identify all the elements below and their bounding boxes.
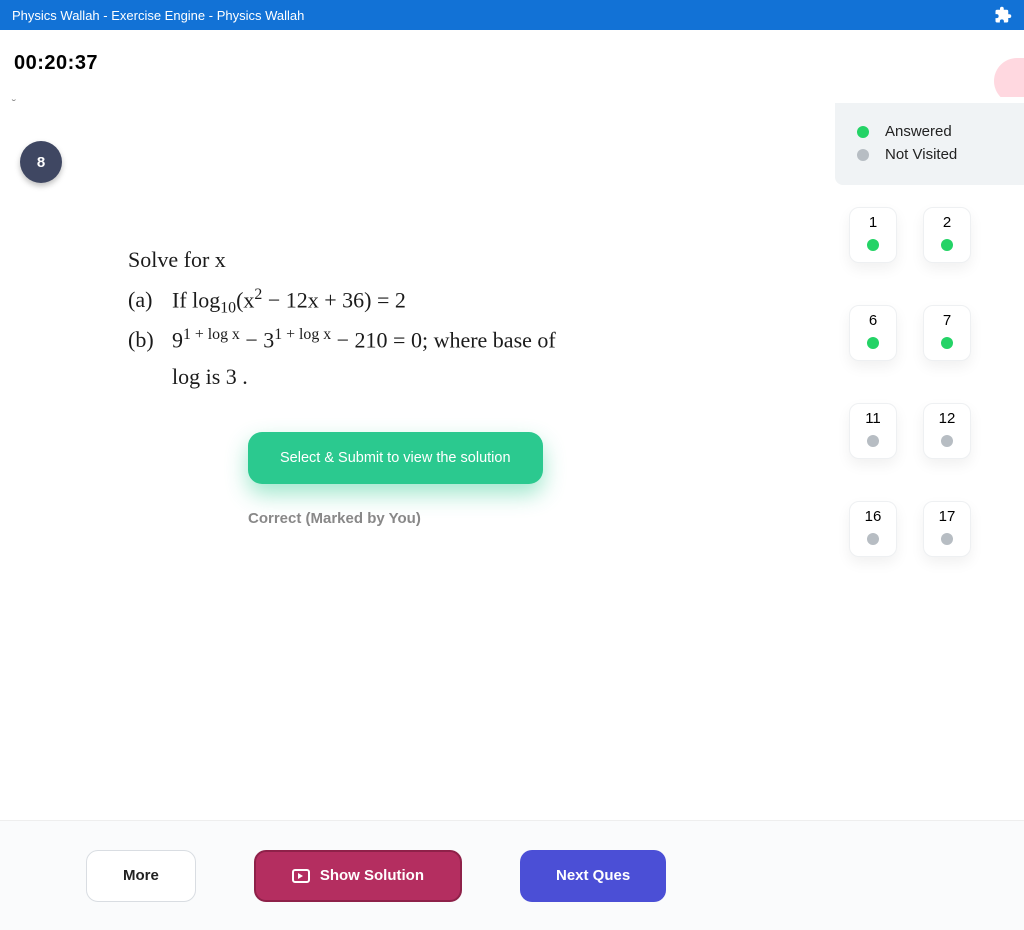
option-a-body: If log10(x2 − 12x + 36) = 2 <box>172 283 815 321</box>
show-solution-label: Show Solution <box>320 867 424 884</box>
footer-bar: More Show Solution Next Ques <box>0 820 1024 930</box>
dot-icon <box>857 126 869 138</box>
timer-row: 00:20:37 <box>0 30 1024 97</box>
question-cell-7[interactable]: 7 <box>923 305 971 361</box>
question-cell-number: 17 <box>939 508 956 525</box>
question-cell-17[interactable]: 17 <box>923 501 971 557</box>
more-button[interactable]: More <box>86 850 196 902</box>
window-titlebar: Physics Wallah - Exercise Engine - Physi… <box>0 0 1024 30</box>
answered-dot-icon <box>867 239 879 251</box>
answered-dot-icon <box>941 337 953 349</box>
play-in-box-icon <box>292 869 310 883</box>
legend-answered: Answered <box>857 123 1014 140</box>
question-cell-number: 7 <box>943 312 951 329</box>
question-title: Solve for x <box>128 243 815 277</box>
extension-icon[interactable] <box>994 6 1012 24</box>
question-cell-number: 2 <box>943 214 951 231</box>
question-option-a: (a) If log10(x2 − 12x + 36) = 2 <box>128 283 815 321</box>
question-cell-1[interactable]: 1 <box>849 207 897 263</box>
notvisited-dot-icon <box>867 435 879 447</box>
question-cell-number: 12 <box>939 410 956 427</box>
question-cell-11[interactable]: 11 <box>849 403 897 459</box>
countdown-timer: 00:20:37 <box>14 52 98 74</box>
select-submit-button[interactable]: Select & Submit to view the solution <box>248 432 543 484</box>
answered-dot-icon <box>867 337 879 349</box>
legend: Answered Not Visited <box>835 103 1024 185</box>
notvisited-dot-icon <box>867 533 879 545</box>
notvisited-dot-icon <box>941 435 953 447</box>
question-option-b: (b) 91 + log x − 31 + log x − 210 = 0; w… <box>128 323 815 357</box>
question-cell-2[interactable]: 2 <box>923 207 971 263</box>
notvisited-dot-icon <box>941 533 953 545</box>
show-solution-button[interactable]: Show Solution <box>254 850 462 902</box>
answered-dot-icon <box>941 239 953 251</box>
question-panel: ˘ 8 Solve for x (a) If log10(x2 − 12x + … <box>0 97 835 557</box>
question-option-b-line2: log is 3 . <box>128 360 815 394</box>
question-navigator: Answered Not Visited 126711121617 <box>835 97 1024 557</box>
question-cell-number: 16 <box>865 508 882 525</box>
next-question-button[interactable]: Next Ques <box>520 850 666 902</box>
question-cell-12[interactable]: 12 <box>923 403 971 459</box>
window-title: Physics Wallah - Exercise Engine - Physi… <box>12 8 304 23</box>
question-cell-number: 11 <box>865 410 881 427</box>
question-cell-6[interactable]: 6 <box>849 305 897 361</box>
option-b-body: 91 + log x − 31 + log x − 210 = 0; where… <box>172 323 815 357</box>
option-a-label: (a) <box>128 283 158 321</box>
correct-marked-label: Correct (Marked by You) <box>248 510 815 527</box>
question-cell-16[interactable]: 16 <box>849 501 897 557</box>
legend-notvisited: Not Visited <box>857 146 1014 163</box>
question-text: Solve for x (a) If log10(x2 − 12x + 36) … <box>128 243 815 394</box>
question-number-badge: 8 <box>20 141 62 183</box>
dot-icon <box>857 149 869 161</box>
question-cell-number: 6 <box>869 312 877 329</box>
question-grid: 126711121617 <box>835 185 1024 557</box>
question-cell-number: 1 <box>869 214 877 231</box>
option-b-label: (b) <box>128 323 158 357</box>
tick-mark: ˘ <box>12 97 16 111</box>
